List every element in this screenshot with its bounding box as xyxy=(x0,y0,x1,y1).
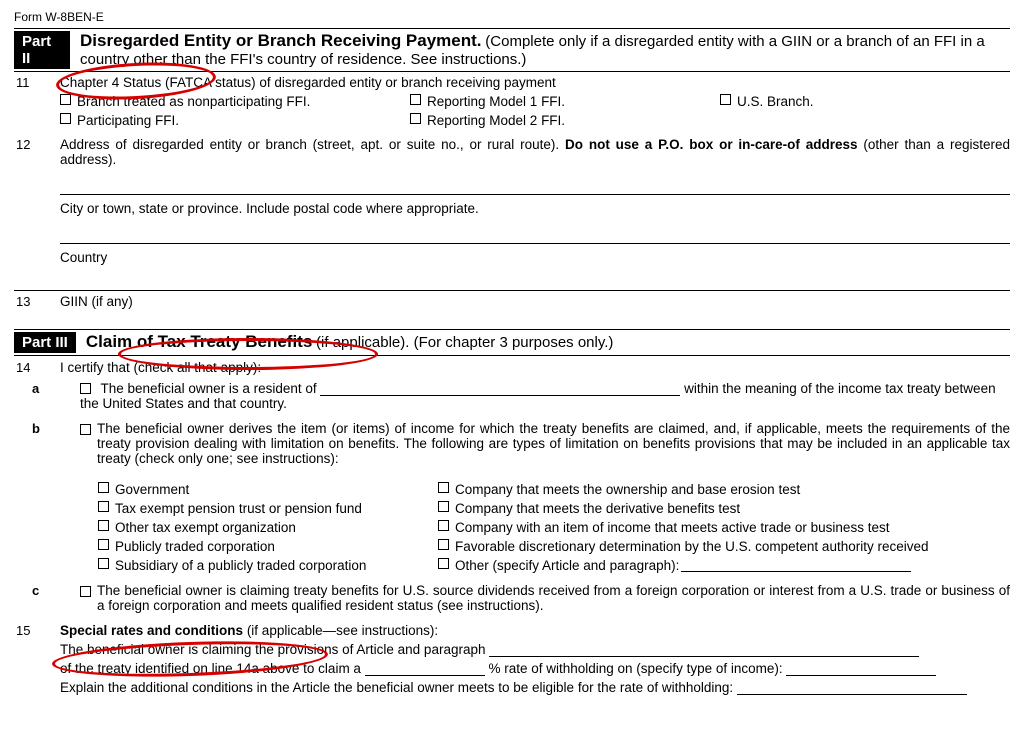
opt-label: Favorable discretionary determination by… xyxy=(455,539,929,554)
form-id: Form W-8BEN-E xyxy=(14,10,1010,24)
checkbox-subsidiary-ptc[interactable] xyxy=(98,558,109,569)
opt-label: Company that meets the derivative benefi… xyxy=(455,501,740,516)
line-13-label: GIIN (if any) xyxy=(60,294,133,309)
checkbox-reporting-model-2[interactable] xyxy=(410,113,421,124)
opt-label: Company with an item of income that meet… xyxy=(455,520,889,535)
line-14-num: 14 xyxy=(14,360,54,375)
line-11-num: 11 xyxy=(14,75,54,128)
line-12-city: City or town, state or province. Include… xyxy=(14,198,1010,247)
opt-label: Subsidiary of a publicly traded corporat… xyxy=(115,558,366,573)
line-14-label: I certify that (check all that apply): xyxy=(54,360,1010,375)
line-11-label: Chapter 4 Status (FATCA status) of disre… xyxy=(60,75,1010,90)
line-15-l3: Explain the additional conditions in the… xyxy=(60,680,737,695)
city-label: City or town, state or province. Include… xyxy=(60,201,479,216)
opt-label: Other (specify Article and paragraph): xyxy=(455,558,679,573)
line-14a-pre: The beneficial owner is a resident of xyxy=(101,381,321,396)
line-15-l2a: of the treaty identified on line 14a abo… xyxy=(60,661,365,676)
opt-label: Branch treated as nonparticipating FFI. xyxy=(77,94,310,109)
checkbox-ownership-base-erosion[interactable] xyxy=(438,482,449,493)
line-14a: a The beneficial owner is a resident of … xyxy=(14,378,1010,414)
checkbox-derivative-benefits[interactable] xyxy=(438,501,449,512)
checkbox-government[interactable] xyxy=(98,482,109,493)
line-14: 14 I certify that (check all that apply)… xyxy=(14,356,1010,378)
address-input-area[interactable] xyxy=(60,167,1010,195)
line-14c: c The beneficial owner is claiming treat… xyxy=(14,580,1010,616)
checkbox-14c[interactable] xyxy=(80,586,91,597)
checkbox-nonparticipating-ffi[interactable] xyxy=(60,94,71,105)
line-15-l1: The beneficial owner is claiming the pro… xyxy=(60,642,489,657)
line-13: 13 GIIN (if any) xyxy=(14,290,1010,329)
line-11: 11 Chapter 4 Status (FATCA status) of di… xyxy=(14,72,1010,134)
checkbox-active-trade-business[interactable] xyxy=(438,520,449,531)
other-article-blank[interactable] xyxy=(681,558,911,572)
checkbox-participating-ffi[interactable] xyxy=(60,113,71,124)
line-15-l2b: % rate of withholding on (specify type o… xyxy=(488,661,786,676)
checkbox-reporting-model-1[interactable] xyxy=(410,94,421,105)
part3-sub: (if applicable). (For chapter 3 purposes… xyxy=(316,334,613,351)
line-15-head-rest: (if applicable—see instructions): xyxy=(243,623,438,638)
line-14a-letter: a xyxy=(14,381,74,411)
line-14b-letter: b xyxy=(14,421,74,466)
part3-tag: Part III xyxy=(14,332,76,353)
opt-label: U.S. Branch. xyxy=(737,94,814,109)
line-12-text-pre: Address of disregarded entity or branch … xyxy=(60,137,565,152)
opt-label: Tax exempt pension trust or pension fund xyxy=(115,501,362,516)
opt-label: Publicly traded corporation xyxy=(115,539,275,554)
line-15: 15 Special rates and conditions (if appl… xyxy=(14,620,1010,698)
line-14c-letter: c xyxy=(14,583,74,613)
checkbox-other-tax-exempt[interactable] xyxy=(98,520,109,531)
opt-label: Participating FFI. xyxy=(77,113,179,128)
country-label: Country xyxy=(60,250,107,265)
line-13-num: 13 xyxy=(14,294,54,309)
part2-header: Part II Disregarded Entity or Branch Rec… xyxy=(14,28,1010,72)
checkbox-publicly-traded[interactable] xyxy=(98,539,109,550)
rate-blank[interactable] xyxy=(365,662,485,676)
line-14b-options: Government Tax exempt pension trust or p… xyxy=(14,475,1010,576)
income-type-blank[interactable] xyxy=(786,662,936,676)
line-12-country: Country xyxy=(14,247,1010,290)
opt-label: Government xyxy=(115,482,189,497)
part2-tag: Part II xyxy=(14,31,70,69)
conditions-blank[interactable] xyxy=(737,681,967,695)
opt-label: Other tax exempt organization xyxy=(115,520,296,535)
line-14c-text: The beneficial owner is claiming treaty … xyxy=(97,583,1010,613)
line-12-text-bold: Do not use a P.O. box or in-care-of addr… xyxy=(565,137,858,152)
line-12: 12 Address of disregarded entity or bran… xyxy=(14,134,1010,198)
line-14b: b The beneficial owner derives the item … xyxy=(14,418,1010,469)
city-input-area[interactable] xyxy=(60,216,1010,244)
opt-label: Reporting Model 2 FFI. xyxy=(427,113,565,128)
checkbox-us-branch[interactable] xyxy=(720,94,731,105)
article-paragraph-blank[interactable] xyxy=(489,643,919,657)
opt-label: Reporting Model 1 FFI. xyxy=(427,94,565,109)
checkbox-14a[interactable] xyxy=(80,383,91,394)
checkbox-tax-exempt-pension[interactable] xyxy=(98,501,109,512)
resident-of-blank[interactable] xyxy=(320,382,680,396)
line-14b-text: The beneficial owner derives the item (o… xyxy=(97,421,1010,466)
part3-header: Part III Claim of Tax Treaty Benefits (i… xyxy=(14,329,1010,356)
opt-label: Company that meets the ownership and bas… xyxy=(455,482,800,497)
checkbox-favorable-discretionary[interactable] xyxy=(438,539,449,550)
checkbox-other-specify[interactable] xyxy=(438,558,449,569)
line-15-num: 15 xyxy=(14,623,54,695)
line-15-head-bold: Special rates and conditions xyxy=(60,623,243,638)
line-12-num: 12 xyxy=(14,137,54,195)
checkbox-14b[interactable] xyxy=(80,424,91,435)
part2-title: Disregarded Entity or Branch Receiving P… xyxy=(80,31,482,50)
part3-title: Claim of Tax Treaty Benefits xyxy=(86,332,312,351)
